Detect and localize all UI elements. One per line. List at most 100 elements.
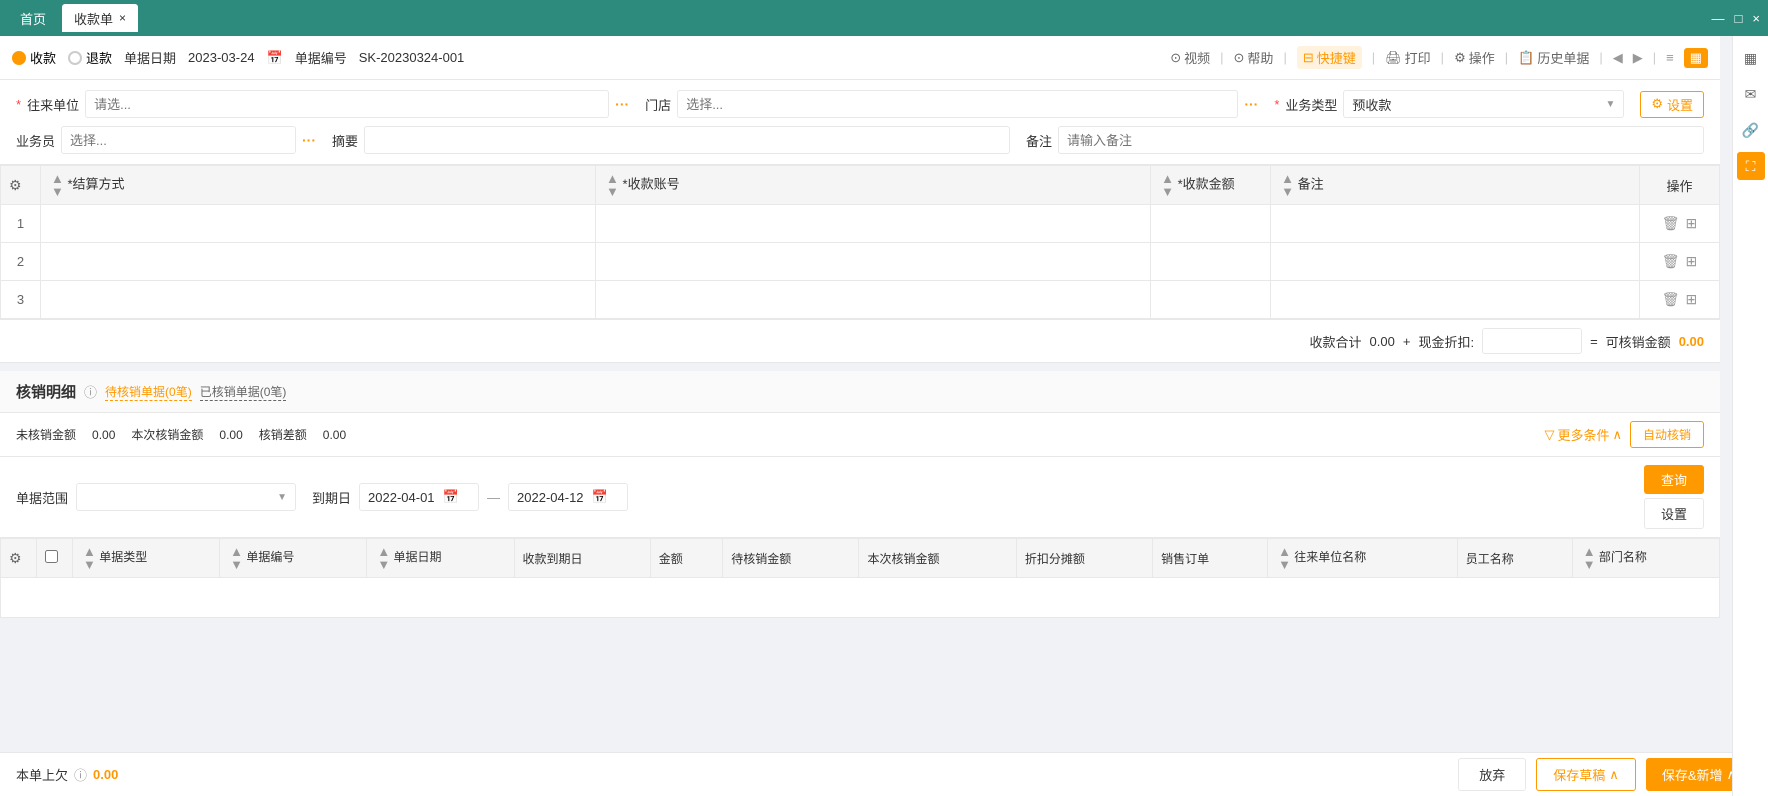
print-btn[interactable]: 🖨 打印	[1385, 48, 1431, 67]
biz-type-select[interactable]: 预收款 ▼	[1343, 90, 1624, 118]
row-3-remarks[interactable]	[1271, 281, 1640, 319]
table-row: 2 🗑 ⊞	[1, 243, 1720, 281]
amount-col: 金额	[650, 539, 723, 578]
sidebar-table-icon[interactable]: ▦	[1737, 44, 1765, 72]
help-icon: ⊙	[1234, 50, 1245, 66]
row-2-amount[interactable]	[1151, 243, 1271, 281]
close-btn[interactable]: ×	[1752, 11, 1760, 26]
row-1-amount[interactable]	[1151, 205, 1271, 243]
current-label: 本次核销金额	[131, 426, 203, 443]
auto-verify-btn[interactable]: 自动核销	[1630, 421, 1704, 448]
shortcut-btn[interactable]: ⊟ 快捷键	[1297, 46, 1362, 69]
row-2-delete-icon[interactable]: 🗑	[1662, 253, 1680, 270]
minimize-btn[interactable]: —	[1712, 11, 1725, 26]
summary-input[interactable]	[364, 126, 1010, 154]
row-3-settlement[interactable]	[41, 281, 596, 319]
toolbar: 收款 退款 单据日期 2023-03-24 📅 单据编号 SK-20230324…	[0, 36, 1720, 80]
employee-col: 员工名称	[1457, 539, 1572, 578]
tab-receipt[interactable]: 收款单 ×	[62, 4, 138, 32]
form-row-1: * 往来单位 ··· 门店 ··· * 业务类型 预收款 ▼ ⚙ 设置	[16, 90, 1704, 118]
done-tab[interactable]: 已核销单据(0笔)	[200, 383, 287, 401]
table-row: 3 🗑 ⊞	[1, 281, 1720, 319]
menu-icon[interactable]: ≡	[1666, 50, 1674, 65]
maximize-btn[interactable]: □	[1735, 11, 1743, 26]
staff-more-btn[interactable]: ···	[302, 132, 316, 148]
video-btn[interactable]: ⊙ 视频	[1170, 48, 1210, 67]
more-filter-btn[interactable]: ▽ 更多条件 ∧	[1544, 425, 1622, 444]
counterpart-label: 往来单位	[27, 95, 79, 114]
total-value: 0.00	[1370, 334, 1395, 349]
settings-button[interactable]: ⚙ 设置	[1640, 91, 1704, 118]
search-settings-btn[interactable]: 设置	[1644, 498, 1704, 529]
query-btn[interactable]: 查询	[1644, 465, 1704, 494]
operation-icon: ⚙	[1454, 50, 1466, 66]
receipt-radio[interactable]: 收款	[12, 48, 56, 67]
table-gear-icon[interactable]: ⚙	[9, 177, 22, 193]
pending-tab[interactable]: 待核销单据(0笔)	[105, 383, 192, 401]
biz-type-value: 预收款	[1352, 95, 1391, 114]
due-date-col: 收款到期日	[514, 539, 650, 578]
window-controls: — □ ×	[1712, 11, 1760, 26]
sidebar-expand-icon[interactable]: ⛶	[1737, 152, 1765, 180]
row-3-actions: 🗑 ⊞	[1648, 291, 1711, 308]
number-label: 单据编号	[295, 48, 347, 67]
row-2-account[interactable]	[596, 243, 1151, 281]
row-1-delete-icon[interactable]: 🗑	[1662, 215, 1680, 232]
sort-arrows: ▲▼	[83, 545, 96, 571]
sort-arrows: ▲▼	[1278, 545, 1291, 571]
sort-arrows: ▲▼	[230, 545, 243, 571]
nav-next-icon[interactable]: ▶	[1633, 50, 1643, 66]
range-select[interactable]: ▼	[76, 483, 296, 511]
chevron-up-icon: ∧	[1609, 767, 1619, 783]
plus-sign: +	[1403, 334, 1411, 349]
help-btn[interactable]: ⊙ 帮助	[1234, 48, 1274, 67]
sidebar-clip-icon[interactable]: 🔗	[1737, 116, 1765, 144]
row-2-settlement[interactable]	[41, 243, 596, 281]
select-all-checkbox[interactable]	[45, 550, 58, 563]
staff-input[interactable]	[61, 126, 296, 154]
counterpart-input[interactable]	[85, 90, 609, 118]
row-3-delete-icon[interactable]: 🗑	[1662, 291, 1680, 308]
row-3-account[interactable]	[596, 281, 1151, 319]
operation-btn[interactable]: ⚙ 操作	[1454, 48, 1495, 67]
counterpart-col: ▲▼ 往来单位名称	[1268, 539, 1458, 578]
save-draft-btn[interactable]: 保存草稿 ∧	[1536, 758, 1636, 791]
chevron-up-icon: ∧	[1612, 427, 1622, 443]
row-3-amount[interactable]	[1151, 281, 1271, 319]
refund-radio[interactable]: 退款	[68, 48, 112, 67]
nav-prev-icon[interactable]: ◀	[1613, 50, 1623, 66]
date-from-input[interactable]: 2022-04-01 📅	[359, 483, 479, 511]
discard-btn[interactable]: 放弃	[1458, 758, 1526, 791]
row-1-copy-icon[interactable]: ⊞	[1686, 215, 1698, 232]
store-input[interactable]	[677, 90, 1238, 118]
tab-close-icon[interactable]: ×	[119, 11, 126, 25]
row-1-actions: 🗑 ⊞	[1648, 215, 1711, 232]
search-row: 单据范围 ▼ 到期日 2022-04-01 📅 — 2022-04-12 📅 查…	[0, 457, 1720, 538]
sort-arrows: ▲▼	[51, 172, 64, 198]
row-2-remarks[interactable]	[1271, 243, 1640, 281]
history-icon: 📋	[1518, 50, 1534, 66]
counterpart-more-btn[interactable]: ···	[615, 96, 629, 112]
biz-type-label: 业务类型	[1285, 95, 1337, 114]
dept-col: ▲▼ 部门名称	[1572, 539, 1719, 578]
discount-input[interactable]	[1482, 328, 1582, 354]
toolbar-right: ⊙ 视频 | ⊙ 帮助 | ⊟ 快捷键 | 🖨 打印 | ⚙ 操作	[1170, 46, 1708, 69]
calendar-icon[interactable]: 📅	[267, 50, 283, 66]
row-1-remarks[interactable]	[1271, 205, 1640, 243]
remarks-input[interactable]	[1058, 126, 1704, 154]
row-1-account[interactable]	[596, 205, 1151, 243]
grid-icon[interactable]: ▦	[1684, 48, 1708, 68]
tab-home[interactable]: 首页	[8, 4, 58, 32]
row-2-copy-icon[interactable]: ⊞	[1686, 253, 1698, 270]
row-3-copy-icon[interactable]: ⊞	[1686, 291, 1698, 308]
sidebar-mail-icon[interactable]: ✉	[1737, 80, 1765, 108]
bottom-table: ⚙ ▲▼ 单据类型 ▲▼ 单据编号 ▲▼ 单据日期	[0, 538, 1720, 618]
store-more-btn[interactable]: ···	[1244, 96, 1258, 112]
history-btn[interactable]: 📋 历史单据	[1518, 48, 1589, 67]
row-1-settlement[interactable]	[41, 205, 596, 243]
bottom-gear-icon[interactable]: ⚙	[9, 550, 22, 566]
footer: 本单上欠 ⓘ 0.00 放弃 保存草稿 ∧ 保存&新增 ∧	[0, 752, 1768, 796]
date-to-value: 2022-04-12	[517, 490, 584, 505]
calendar-to-icon: 📅	[592, 489, 608, 505]
date-to-input[interactable]: 2022-04-12 📅	[508, 483, 628, 511]
